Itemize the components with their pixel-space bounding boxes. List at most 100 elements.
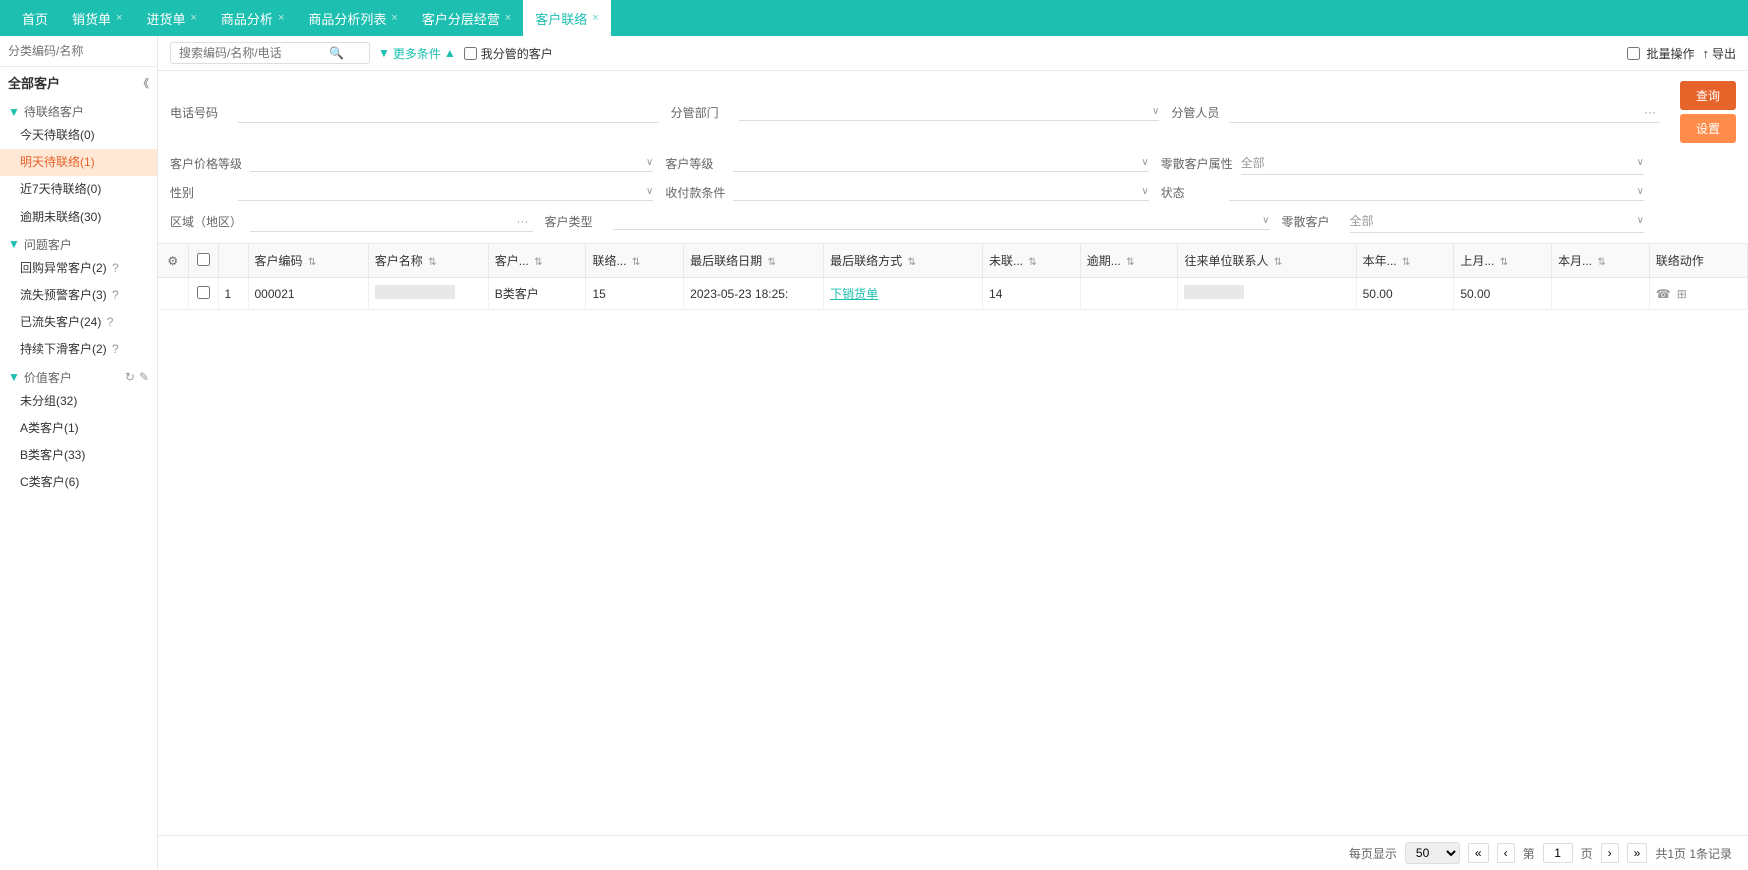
col-type[interactable]: 客户... ⇅ — [488, 244, 586, 278]
row-code-cell: 000021 — [248, 278, 368, 310]
filter-customer-level-field: 客户等级 ∨ — [665, 154, 1148, 172]
sidebar-item-today[interactable]: 今天待联络(0) — [0, 122, 157, 149]
grid-action-icon[interactable]: ⊞ — [1677, 287, 1687, 301]
sort-icon: ⇅ — [428, 257, 436, 268]
select-all-checkbox[interactable] — [197, 253, 210, 266]
row-contact-cell: 15 — [586, 278, 684, 310]
next-page-button[interactable]: › — [1601, 843, 1619, 863]
row-checkbox-cell[interactable] — [188, 278, 218, 310]
sidebar-item-7days[interactable]: 近7天待联络(0) — [0, 176, 157, 203]
col-this-year[interactable]: 本年... ⇅ — [1356, 244, 1454, 278]
filter-phone-input[interactable] — [238, 102, 659, 123]
contact-method-link[interactable]: 下销货单 — [830, 287, 878, 301]
filter-dept-select[interactable]: ∨ — [739, 103, 1160, 121]
more-filter-button[interactable]: ▼ 更多条件 ▲ — [378, 45, 456, 62]
sidebar-item-churned[interactable]: 已流失客户(24) ? — [0, 309, 157, 336]
col-gear[interactable]: ⚙ — [158, 244, 188, 278]
close-icon[interactable]: × — [190, 12, 196, 24]
col-overdue[interactable]: 逾期... ⇅ — [1080, 244, 1178, 278]
close-icon[interactable]: × — [592, 12, 598, 24]
batch-op-button[interactable]: 批量操作 — [1627, 45, 1694, 62]
query-button[interactable]: 查询 — [1680, 81, 1736, 110]
page-number-input[interactable] — [1543, 843, 1573, 863]
group-pending-contact[interactable]: ▼ 待联络客户 — [0, 98, 157, 122]
advanced-filter-panel: 电话号码 分管部门 ∨ 分管人员 ··· 查询 设置 — [158, 71, 1748, 244]
filter-retail-customer-select[interactable]: 全部 ∨ — [1350, 209, 1645, 233]
refresh-icon[interactable]: ↻ — [125, 370, 135, 384]
edit-icon[interactable]: ✎ — [139, 370, 149, 384]
col-code[interactable]: 客户编码 ⇅ — [248, 244, 368, 278]
table-row: 1 000021 B类客户 15 — [158, 278, 1748, 310]
col-last-month[interactable]: 上月... ⇅ — [1454, 244, 1552, 278]
row-actions-cell: ☎ ⊞ — [1649, 278, 1747, 310]
filter-customer-level-select[interactable]: ∨ — [733, 154, 1148, 172]
settings-button[interactable]: 设置 — [1680, 114, 1736, 143]
filter-payment-select[interactable]: ∨ — [733, 183, 1148, 201]
gear-icon[interactable]: ⚙ — [167, 254, 178, 268]
filter-search-input[interactable] — [179, 46, 329, 60]
sidebar-item-ungrouped[interactable]: 未分组(32) — [0, 388, 157, 415]
col-contact[interactable]: 联络... ⇅ — [586, 244, 684, 278]
page-size-select[interactable]: 50 100 200 — [1405, 842, 1460, 864]
sidebar-item-class-c[interactable]: C类客户(6) — [0, 469, 157, 496]
my-customers-checkbox[interactable] — [464, 47, 477, 60]
filter-retail-attr-field: 零散客户属性 全部 ∨ — [1161, 151, 1644, 175]
sort-icon: ⇅ — [908, 257, 916, 268]
sidebar-item-tomorrow[interactable]: 明天待联络(1) — [0, 149, 157, 176]
row-this-year-cell: 50.00 — [1356, 278, 1454, 310]
col-last-contact-date[interactable]: 最后联络日期 ⇅ — [684, 244, 824, 278]
close-icon[interactable]: × — [278, 12, 284, 24]
filter-row-4: 区域（地区） ··· 客户类型 ∨ 零散客户 全部 ∨ — [170, 209, 1736, 233]
close-icon[interactable]: × — [391, 12, 397, 24]
nav-customer-layering[interactable]: 客户分层经营 × — [410, 0, 523, 36]
my-customers-checkbox-label[interactable]: 我分管的客户 — [464, 45, 553, 62]
customer-table: ⚙ 客户编码 ⇅ 客户名称 ⇅ — [158, 244, 1748, 310]
sidebar-item-churn-warning[interactable]: 流失预警客户(3) ? — [0, 282, 157, 309]
group-problem-customers[interactable]: ▼ 问题客户 — [0, 231, 157, 255]
sort-icon: ⇅ — [308, 257, 316, 268]
chevron-down-icon: ∨ — [1637, 186, 1644, 197]
filter-person-input[interactable]: ··· — [1229, 102, 1660, 123]
col-name[interactable]: 客户名称 ⇅ — [368, 244, 488, 278]
filter-retail-attr-select[interactable]: 全部 ∨ — [1241, 151, 1644, 175]
name-placeholder — [375, 285, 455, 299]
prev-page-button[interactable]: ‹ — [1497, 843, 1515, 863]
filter-region-input[interactable]: ··· — [250, 211, 532, 232]
col-last-contact-method[interactable]: 最后联络方式 ⇅ — [824, 244, 983, 278]
nav-sales-order[interactable]: 销货单 × — [60, 0, 134, 36]
filter-row-1: 电话号码 分管部门 ∨ 分管人员 ··· 查询 设置 — [170, 81, 1736, 143]
all-customers-title[interactable]: 全部客户 《 — [0, 67, 157, 98]
col-unlinked[interactable]: 未联... ⇅ — [983, 244, 1081, 278]
filter-price-level-select[interactable]: ∨ — [250, 154, 653, 172]
nav-purchase-order[interactable]: 进货单 × — [134, 0, 208, 36]
nav-product-analysis[interactable]: 商品分析 × — [209, 0, 296, 36]
row-unlinked-cell: 14 — [983, 278, 1081, 310]
sidebar-item-overdue[interactable]: 逾期未联络(30) — [0, 204, 157, 231]
filter-gender-select[interactable]: ∨ — [238, 183, 653, 201]
collapse-icon: 《 — [138, 75, 149, 91]
search-icon[interactable]: 🔍 — [329, 46, 344, 60]
col-unit-contact[interactable]: 往来单位联系人 ⇅ — [1178, 244, 1356, 278]
export-button[interactable]: ↑ 导出 — [1702, 45, 1736, 62]
sidebar-item-declining[interactable]: 持续下滑客户(2) ? — [0, 336, 157, 363]
sidebar-item-class-a[interactable]: A类客户(1) — [0, 415, 157, 442]
sidebar-item-class-b[interactable]: B类客户(33) — [0, 442, 157, 469]
first-page-button[interactable]: « — [1468, 843, 1489, 863]
close-icon[interactable]: × — [505, 12, 511, 24]
phone-action-icon[interactable]: ☎ — [1656, 287, 1671, 301]
group-value-customers[interactable]: ▼ 价值客户 ↻ ✎ — [0, 364, 157, 388]
row-checkbox[interactable] — [197, 286, 210, 299]
filter-status-select[interactable]: ∨ — [1229, 183, 1644, 201]
sidebar-search-input[interactable] — [8, 44, 158, 58]
nav-home[interactable]: 首页 — [10, 0, 60, 36]
last-page-button[interactable]: » — [1627, 843, 1648, 863]
sidebar-item-repurchase-abnormal[interactable]: 回购异常客户(2) ? — [0, 255, 157, 282]
nav-customer-contact[interactable]: 客户联络 × — [523, 0, 610, 36]
nav-product-analysis-list[interactable]: 商品分析列表 × — [296, 0, 409, 36]
close-icon[interactable]: × — [116, 12, 122, 24]
filter-customer-type-select[interactable]: ∨ — [613, 212, 1270, 230]
col-checkbox[interactable] — [188, 244, 218, 278]
sort-icon: ⇅ — [534, 257, 542, 268]
col-this-month[interactable]: 本月... ⇅ — [1552, 244, 1650, 278]
batch-checkbox[interactable] — [1627, 47, 1640, 60]
